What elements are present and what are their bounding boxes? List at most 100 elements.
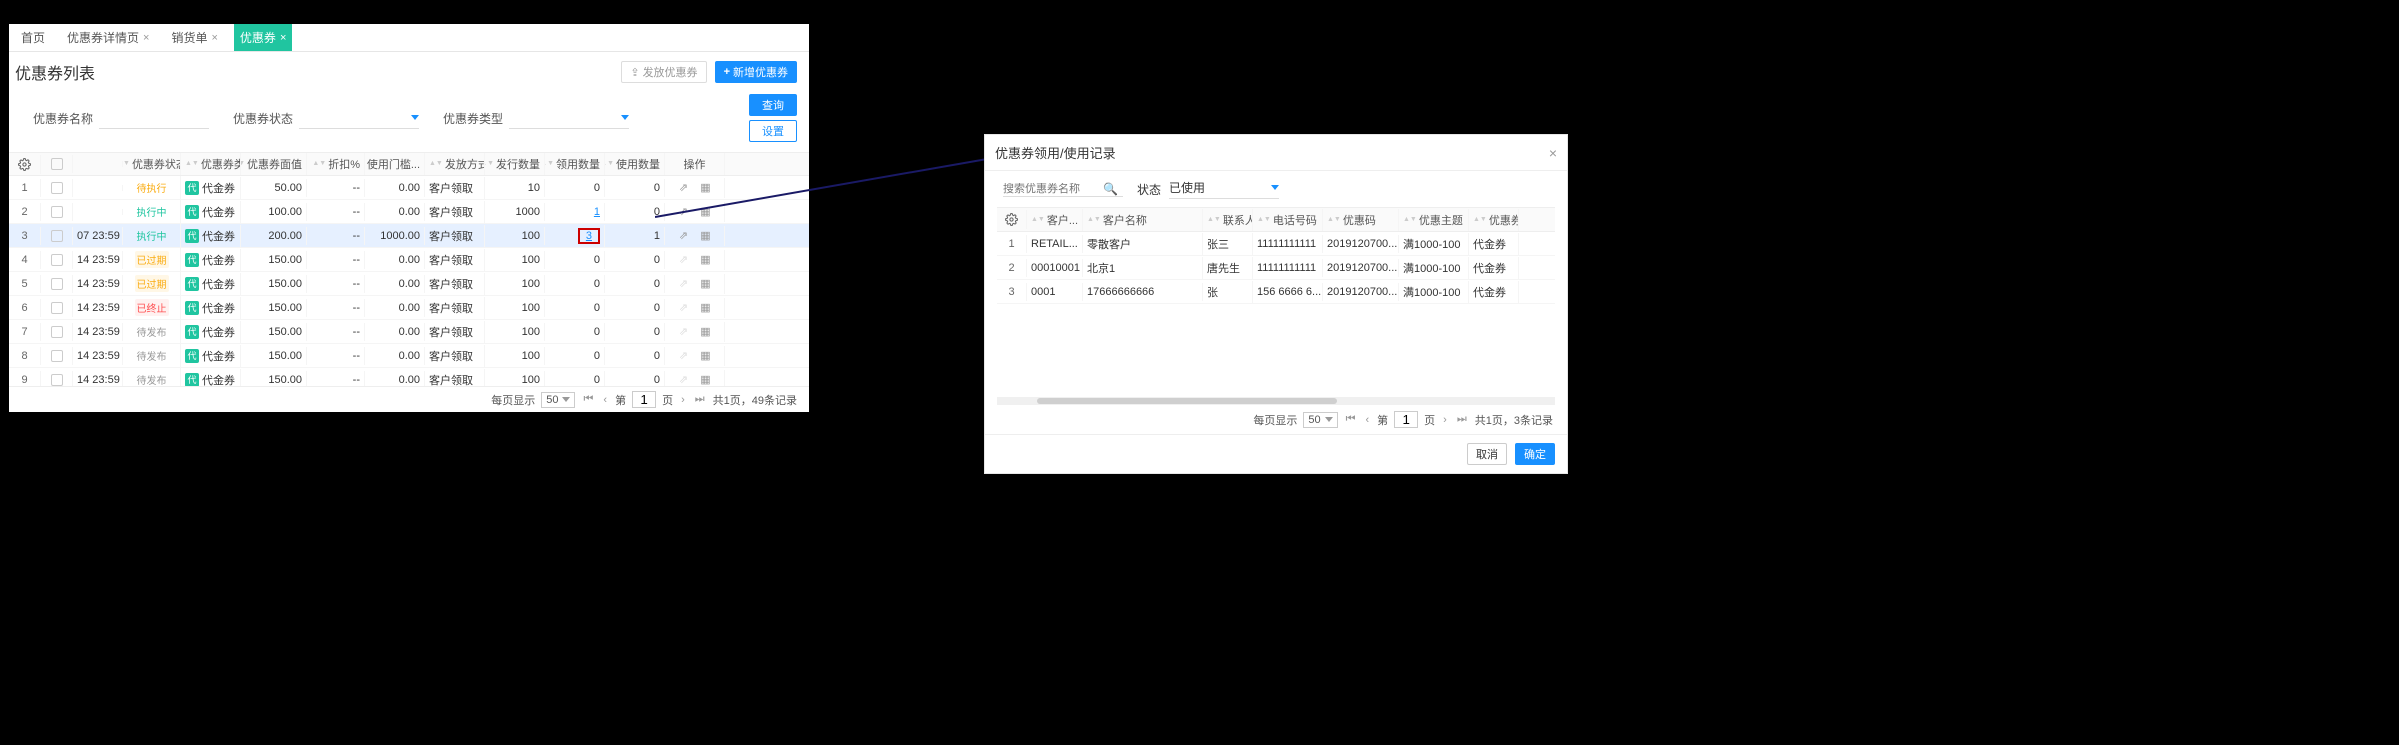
tab-home[interactable]: 首页 <box>15 24 51 51</box>
last-page-icon[interactable]: ⏭ <box>693 393 707 406</box>
prev-page-icon[interactable]: ‹ <box>1364 414 1372 426</box>
scrollbar-thumb[interactable] <box>1037 398 1337 404</box>
row-checkbox[interactable] <box>41 275 73 293</box>
row-checkbox[interactable] <box>41 299 73 317</box>
col-ctype[interactable]: ▲▼优惠券类 <box>1469 209 1519 231</box>
close-icon[interactable]: × <box>1549 145 1557 161</box>
col-contact[interactable]: ▲▼联系人 <box>1203 209 1253 231</box>
state-select[interactable]: 已使用 <box>1169 179 1279 199</box>
table-row[interactable]: 307 23:59执行中代代金券200.00--1000.00客户领取10031… <box>9 224 809 248</box>
row-index: 9 <box>9 371 41 387</box>
col-type[interactable]: ▲▼优惠券类型 <box>181 153 241 175</box>
col-code[interactable]: ▲▼优惠码 <box>1323 209 1399 231</box>
col-topic[interactable]: ▲▼优惠主题 <box>1399 209 1469 231</box>
qrcode-icon[interactable]: ▦ <box>699 349 713 363</box>
next-page-icon[interactable]: › <box>679 394 687 406</box>
ok-button[interactable]: 确定 <box>1515 443 1555 465</box>
share-icon: ⇗ <box>677 373 691 387</box>
col-status[interactable]: ▲▼优惠券状态 <box>123 153 181 175</box>
table-row[interactable]: 414 23:59已过期代代金券150.00--0.00客户领取10000⇗▦ <box>9 248 809 272</box>
claim-count-link[interactable]: 3 <box>578 228 600 244</box>
qrcode-icon[interactable]: ▦ <box>699 205 713 219</box>
first-page-icon[interactable]: ⏮ <box>1344 413 1358 426</box>
table-row[interactable]: 1RETAIL...零散客户张三111111111112019120700...… <box>997 232 1555 256</box>
per-page-select[interactable]: 50 <box>1303 412 1337 428</box>
per-page-select[interactable]: 50 <box>541 392 575 408</box>
page-input[interactable] <box>632 391 656 408</box>
table-row[interactable]: 1待执行代代金券50.00--0.00客户领取1000⇗▦ <box>9 176 809 200</box>
col-customer[interactable]: ▲▼客户... <box>1027 209 1083 231</box>
coupon-name-input[interactable] <box>99 107 209 129</box>
sort-icon: ▲▼ <box>1031 218 1045 222</box>
col-discount[interactable]: ▲▼折扣% <box>307 153 365 175</box>
table-row[interactable]: 814 23:59待发布代代金券150.00--0.00客户领取10000⇗▦ <box>9 344 809 368</box>
add-coupon-button[interactable]: +新增优惠券 <box>715 61 797 83</box>
coupon-status-select[interactable] <box>299 107 419 129</box>
tab-detail[interactable]: 优惠券详情页× <box>61 24 155 51</box>
qrcode-icon[interactable]: ▦ <box>699 229 713 243</box>
settings-button[interactable]: 设置 <box>749 120 797 142</box>
table-row[interactable]: 3000117666666666张156 6666 6...2019120700… <box>997 280 1555 304</box>
col-use[interactable]: ▲▼使用数量 <box>605 153 665 175</box>
tab-coupon[interactable]: 优惠券× <box>234 24 292 51</box>
share-icon[interactable]: ⇗ <box>677 205 691 219</box>
tab-sales[interactable]: 销货单× <box>165 24 223 51</box>
qrcode-icon[interactable]: ▦ <box>699 301 713 315</box>
claim-count-link[interactable]: 1 <box>594 206 600 218</box>
query-button[interactable]: 查询 <box>749 94 797 116</box>
type-badge-icon: 代 <box>185 349 199 363</box>
col-issue[interactable]: ▲▼发行数量 <box>485 153 545 175</box>
qrcode-icon[interactable]: ▦ <box>699 277 713 291</box>
row-checkbox[interactable] <box>41 251 73 269</box>
coupon-type-select[interactable] <box>509 107 629 129</box>
col-face[interactable]: ▲▼优惠券面值 <box>241 153 307 175</box>
qrcode-icon[interactable]: ▦ <box>699 181 713 195</box>
close-icon[interactable]: × <box>280 32 286 44</box>
search-icon[interactable]: 🔍 <box>1103 182 1118 196</box>
table-row[interactable]: 200010001北京1唐先生111111111112019120700...满… <box>997 256 1555 280</box>
prev-page-icon[interactable]: ‹ <box>601 394 609 406</box>
table-row[interactable]: 2执行中代代金券100.00--0.00客户领取100010⇗▦ <box>9 200 809 224</box>
per-page-label: 每页显示 <box>491 392 535 408</box>
page-input[interactable] <box>1394 411 1418 428</box>
last-page-icon[interactable]: ⏭ <box>1455 413 1469 426</box>
gear-header[interactable] <box>9 155 41 174</box>
table-row[interactable]: 514 23:59已过期代代金券150.00--0.00客户领取10000⇗▦ <box>9 272 809 296</box>
row-checkbox[interactable] <box>41 323 73 341</box>
sort-icon: ▲▼ <box>485 162 494 166</box>
table-row[interactable]: 914 23:59待发布代代金券150.00--0.00客户领取10000⇗▦ <box>9 368 809 386</box>
cell-op: ⇗▦ <box>665 298 725 318</box>
qrcode-icon[interactable]: ▦ <box>699 325 713 339</box>
close-icon[interactable]: × <box>211 32 217 44</box>
row-checkbox[interactable] <box>41 179 73 197</box>
cell-issue: 100 <box>485 299 545 317</box>
search-input[interactable] <box>1003 183 1103 195</box>
table-row[interactable]: 614 23:59已终止代代金券150.00--0.00客户领取10000⇗▦ <box>9 296 809 320</box>
row-checkbox[interactable] <box>41 203 73 221</box>
first-page-icon[interactable]: ⏮ <box>581 393 595 406</box>
qrcode-icon[interactable]: ▦ <box>699 253 713 267</box>
table-row[interactable]: 714 23:59待发布代代金券150.00--0.00客户领取10000⇗▦ <box>9 320 809 344</box>
gear-header[interactable] <box>997 210 1027 229</box>
cancel-button[interactable]: 取消 <box>1467 443 1507 465</box>
col-claim[interactable]: ▲▼领用数量 <box>545 153 605 175</box>
row-checkbox[interactable] <box>41 227 73 245</box>
row-checkbox[interactable] <box>41 371 73 387</box>
row-checkbox[interactable] <box>41 347 73 365</box>
col-threshold[interactable]: ▲▼使用门槛... <box>365 153 425 175</box>
share-icon[interactable]: ⇗ <box>677 229 691 243</box>
horizontal-scrollbar[interactable] <box>997 397 1555 405</box>
next-page-icon[interactable]: › <box>1441 414 1449 426</box>
col-phone[interactable]: ▲▼电话号码 <box>1253 209 1323 231</box>
distribute-coupon-button[interactable]: ⇪发放优惠券 <box>621 61 706 83</box>
col-name[interactable]: ▲▼客户名称 <box>1083 209 1203 231</box>
gear-icon <box>18 158 31 171</box>
qrcode-icon[interactable]: ▦ <box>699 373 713 387</box>
share-icon[interactable]: ⇗ <box>677 181 691 195</box>
checkbox-header[interactable] <box>41 155 73 173</box>
chevron-down-icon <box>411 115 419 120</box>
cell-issue: 100 <box>485 323 545 341</box>
close-icon[interactable]: × <box>143 32 149 44</box>
col-method[interactable]: ▲▼发放方式 <box>425 153 485 175</box>
col-time[interactable] <box>73 161 123 167</box>
